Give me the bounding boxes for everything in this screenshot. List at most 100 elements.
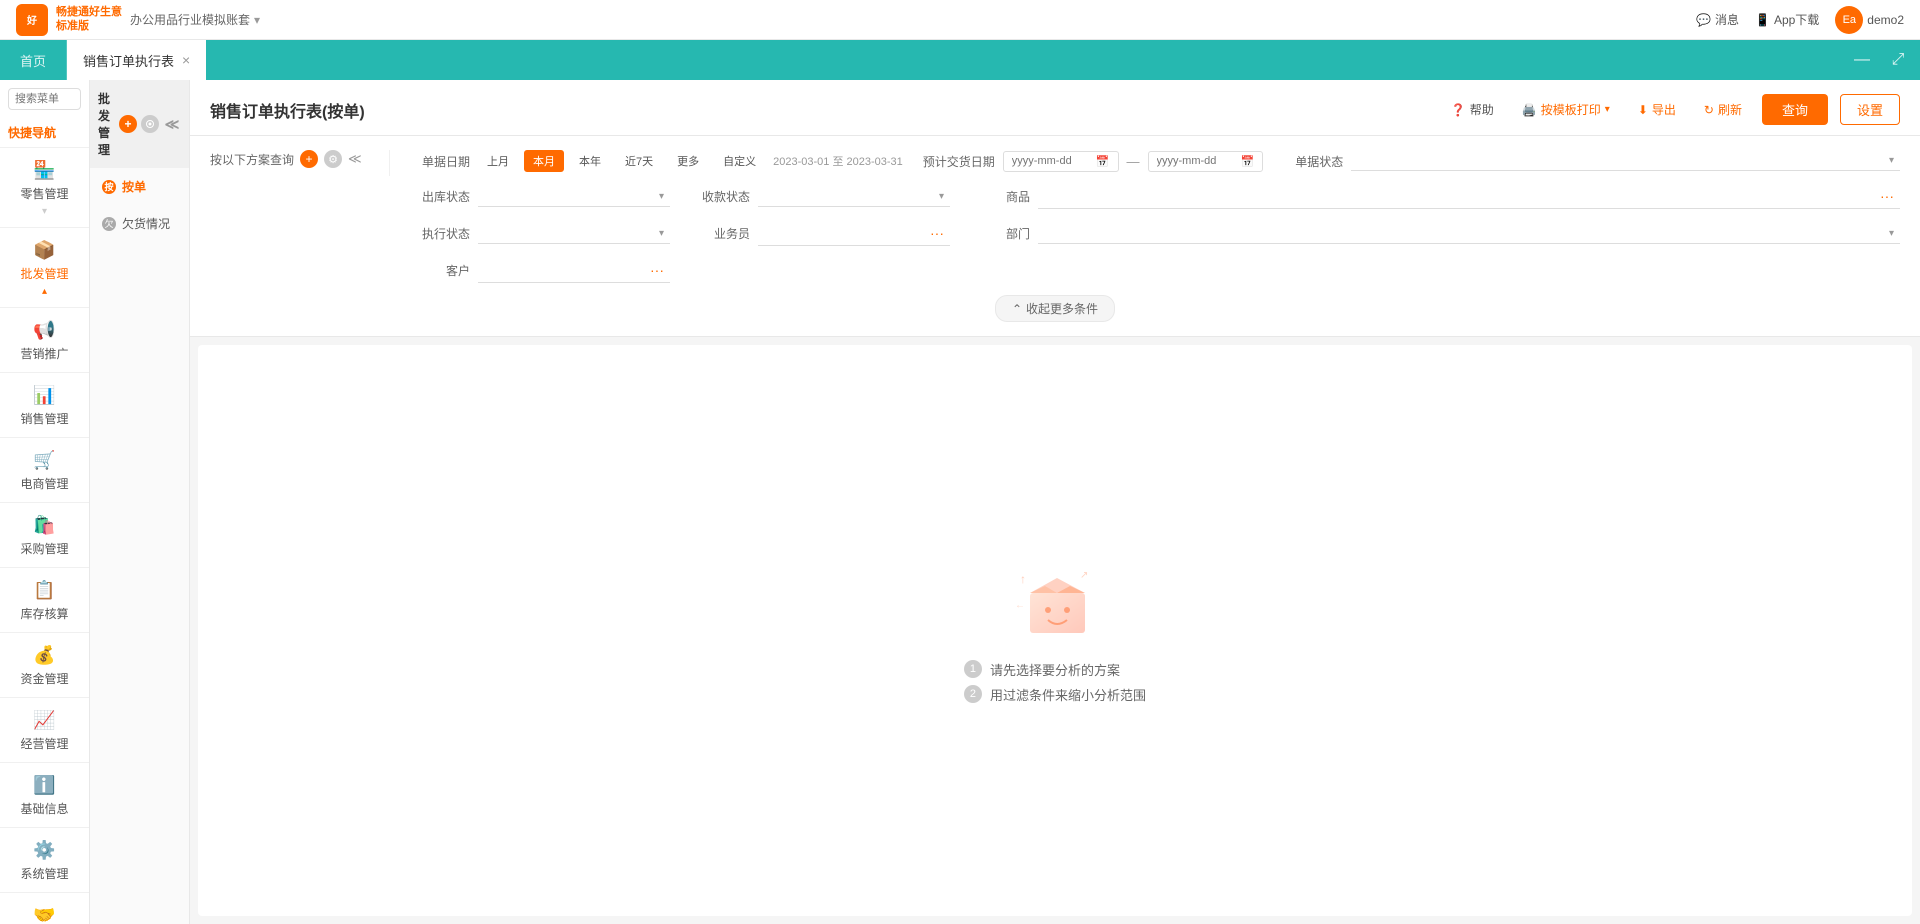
- user-menu[interactable]: Ea demo2: [1835, 6, 1904, 34]
- sidebar-item-label-marketing: 营销推广: [20, 345, 68, 362]
- sidebar-item-sales[interactable]: 📊 销售管理: [0, 373, 89, 438]
- scheme-add-btn[interactable]: +: [300, 150, 318, 168]
- tab-expand-btn[interactable]: ⤢: [1884, 46, 1912, 74]
- app-download-btn[interactable]: 📱 App下载: [1755, 11, 1819, 28]
- salesperson-input[interactable]: ···: [758, 221, 950, 246]
- date-btn-lastmonth[interactable]: 上月: [478, 150, 518, 172]
- date-from-field[interactable]: [1012, 155, 1092, 167]
- date-btn-thisyear[interactable]: 本年: [570, 150, 610, 172]
- page-header-actions: ❓ 帮助 🖨️ 按模板打印 ▾ ⬇ 导出 ↻ 刷新 查询 设置: [1443, 94, 1900, 125]
- export-btn[interactable]: ⬇ 导出: [1630, 97, 1684, 122]
- top-bar-right: 💬 消息 📱 App下载 Ea demo2: [1696, 6, 1904, 34]
- sidebar-item-purchase[interactable]: 🛍️ 采购管理: [0, 503, 89, 568]
- date-btn-7days[interactable]: 近7天: [616, 150, 662, 172]
- salesperson-label: 业务员: [690, 225, 750, 242]
- collapse-btn[interactable]: ⌃ 收起更多条件: [995, 295, 1115, 322]
- logo-text: 畅捷通好生意 标准版: [56, 6, 122, 32]
- query-button[interactable]: 查询: [1762, 94, 1828, 125]
- date-from-input[interactable]: 📅: [1003, 151, 1119, 172]
- date-from-calendar-icon[interactable]: 📅: [1096, 155, 1110, 168]
- finance-icon: 💰: [33, 645, 55, 666]
- date-to-input[interactable]: 📅: [1148, 151, 1264, 172]
- svg-text:好: 好: [26, 14, 37, 27]
- sub-sidebar-item-debt[interactable]: 欠 欠货情况: [90, 205, 189, 242]
- sidebar-item-enterprise[interactable]: 🤝 企业协同: [0, 893, 89, 924]
- warehouse-status-select[interactable]: ▾: [478, 187, 670, 207]
- collapse-chevron-icon: ⌃: [1012, 302, 1022, 316]
- doc-status-select[interactable]: ▾: [1351, 151, 1900, 171]
- scheme-collapse-btn[interactable]: ≪: [348, 151, 362, 167]
- breadcrumb-text: 办公用品行业模拟账套: [130, 11, 250, 28]
- date-range-text: 2023-03-01 至 2023-03-31: [773, 153, 903, 169]
- sidebar-item-retail[interactable]: 🏪 零售管理 ▾: [0, 148, 89, 228]
- salesperson-dots[interactable]: ···: [930, 225, 944, 241]
- sidebar-item-wholesale[interactable]: 📦 批发管理 ▴: [0, 228, 89, 308]
- sidebar-item-finance[interactable]: 💰 资金管理: [0, 633, 89, 698]
- empty-num-1: 1: [964, 660, 982, 678]
- scheme-header: 按以下方案查询 + ⚙ ≪: [210, 150, 373, 168]
- sub-sidebar-item-order[interactable]: 按 按单: [90, 168, 189, 205]
- tab-active[interactable]: 销售订单执行表 ×: [67, 40, 206, 80]
- print-btn[interactable]: 🖨️ 按模板打印 ▾: [1514, 97, 1618, 122]
- content-body: ↑ ↗ ← 1 请先选择要分析的方案 2 用过滤条件来缩小分析范围: [198, 345, 1912, 916]
- payment-status-select[interactable]: ▾: [758, 187, 950, 207]
- sidebar-item-label-system: 系统管理: [20, 865, 68, 882]
- svg-text:↑: ↑: [1020, 572, 1026, 586]
- goods-dots[interactable]: ···: [1880, 188, 1894, 204]
- goods-input[interactable]: ···: [1038, 184, 1900, 209]
- tab-home[interactable]: 首页: [0, 40, 67, 80]
- breadcrumb: 办公用品行业模拟账套 ▾: [130, 11, 260, 28]
- collapse-btn-row: ⌃ 收起更多条件: [210, 295, 1900, 322]
- sidebar-item-inventory[interactable]: 📋 库存核算: [0, 568, 89, 633]
- date-btn-more[interactable]: 更多: [668, 150, 708, 172]
- date-btn-custom[interactable]: 自定义: [714, 150, 765, 172]
- message-btn[interactable]: 💬 消息: [1696, 11, 1739, 28]
- sidebar-item-system[interactable]: ⚙️ 系统管理: [0, 828, 89, 893]
- sidebar-item-label-sales: 销售管理: [20, 410, 68, 427]
- goods-group: 商品 ···: [970, 184, 1900, 209]
- warehouse-status-group: 出库状态 ▾: [410, 187, 670, 207]
- top-bar: 好 畅捷通好生意 标准版 办公用品行业模拟账套 ▾ 💬 消息 📱 App下载 E…: [0, 0, 1920, 40]
- search-input[interactable]: [8, 88, 81, 110]
- sidebar-item-basic[interactable]: ℹ️ 基础信息: [0, 763, 89, 828]
- empty-message-2: 2 用过滤条件来缩小分析范围: [964, 685, 1146, 704]
- tab-bar: 首页 销售订单执行表 × — ⤢: [0, 40, 1920, 80]
- sub-sidebar-settings-btn[interactable]: [141, 115, 159, 133]
- sub-sidebar-collapse-btn[interactable]: ≪: [163, 115, 181, 133]
- scheme-settings-btn[interactable]: ⚙: [324, 150, 342, 168]
- sidebar-item-label-basic: 基础信息: [20, 800, 68, 817]
- empty-num-2: 2: [964, 685, 982, 703]
- refresh-icon: ↻: [1704, 103, 1714, 117]
- doc-status-group: 单据状态 ▾: [1283, 151, 1900, 171]
- content-area: 销售订单执行表(按单) ❓ 帮助 🖨️ 按模板打印 ▾ ⬇ 导出 ↻ 刷新: [190, 80, 1920, 924]
- customer-label: 客户: [410, 262, 470, 279]
- salesperson-group: 业务员 ···: [690, 221, 950, 246]
- date-to-field[interactable]: [1157, 155, 1237, 167]
- payment-status-label: 收款状态: [690, 188, 750, 205]
- date-btn-thismonth[interactable]: 本月: [524, 150, 564, 172]
- exec-status-select[interactable]: ▾: [478, 224, 670, 244]
- sales-icon: 📊: [33, 385, 55, 406]
- sidebar-item-operations[interactable]: 📈 经营管理: [0, 698, 89, 763]
- sidebar-item-marketing[interactable]: 📢 营销推广: [0, 308, 89, 373]
- customer-input[interactable]: ···: [478, 258, 670, 283]
- payment-status-group: 收款状态 ▾: [690, 187, 950, 207]
- date-to-calendar-icon[interactable]: 📅: [1241, 155, 1255, 168]
- tab-close-icon[interactable]: ×: [182, 52, 190, 68]
- customer-group: 客户 ···: [410, 258, 670, 283]
- refresh-btn[interactable]: ↻ 刷新: [1696, 97, 1750, 122]
- sidebar-item-label-wholesale: 批发管理: [20, 265, 68, 282]
- customer-dots[interactable]: ···: [650, 262, 664, 278]
- operations-icon: 📈: [33, 710, 55, 731]
- order-label: 按单: [122, 178, 146, 195]
- svg-text:←: ←: [1015, 600, 1025, 611]
- department-select[interactable]: ▾: [1038, 224, 1900, 244]
- help-btn[interactable]: ❓ 帮助: [1443, 97, 1502, 122]
- sub-sidebar-header: 批发管理 + ≪: [90, 80, 189, 168]
- sidebar-item-ecommerce[interactable]: 🛒 电商管理: [0, 438, 89, 503]
- tab-minimize-btn[interactable]: —: [1848, 46, 1876, 74]
- exec-status-arrow: ▾: [659, 228, 664, 239]
- settings-button[interactable]: 设置: [1840, 94, 1900, 125]
- sub-sidebar-add-btn[interactable]: +: [119, 115, 137, 133]
- sub-sidebar: 批发管理 + ≪ 按 按单 欠 欠货情况: [90, 80, 190, 924]
